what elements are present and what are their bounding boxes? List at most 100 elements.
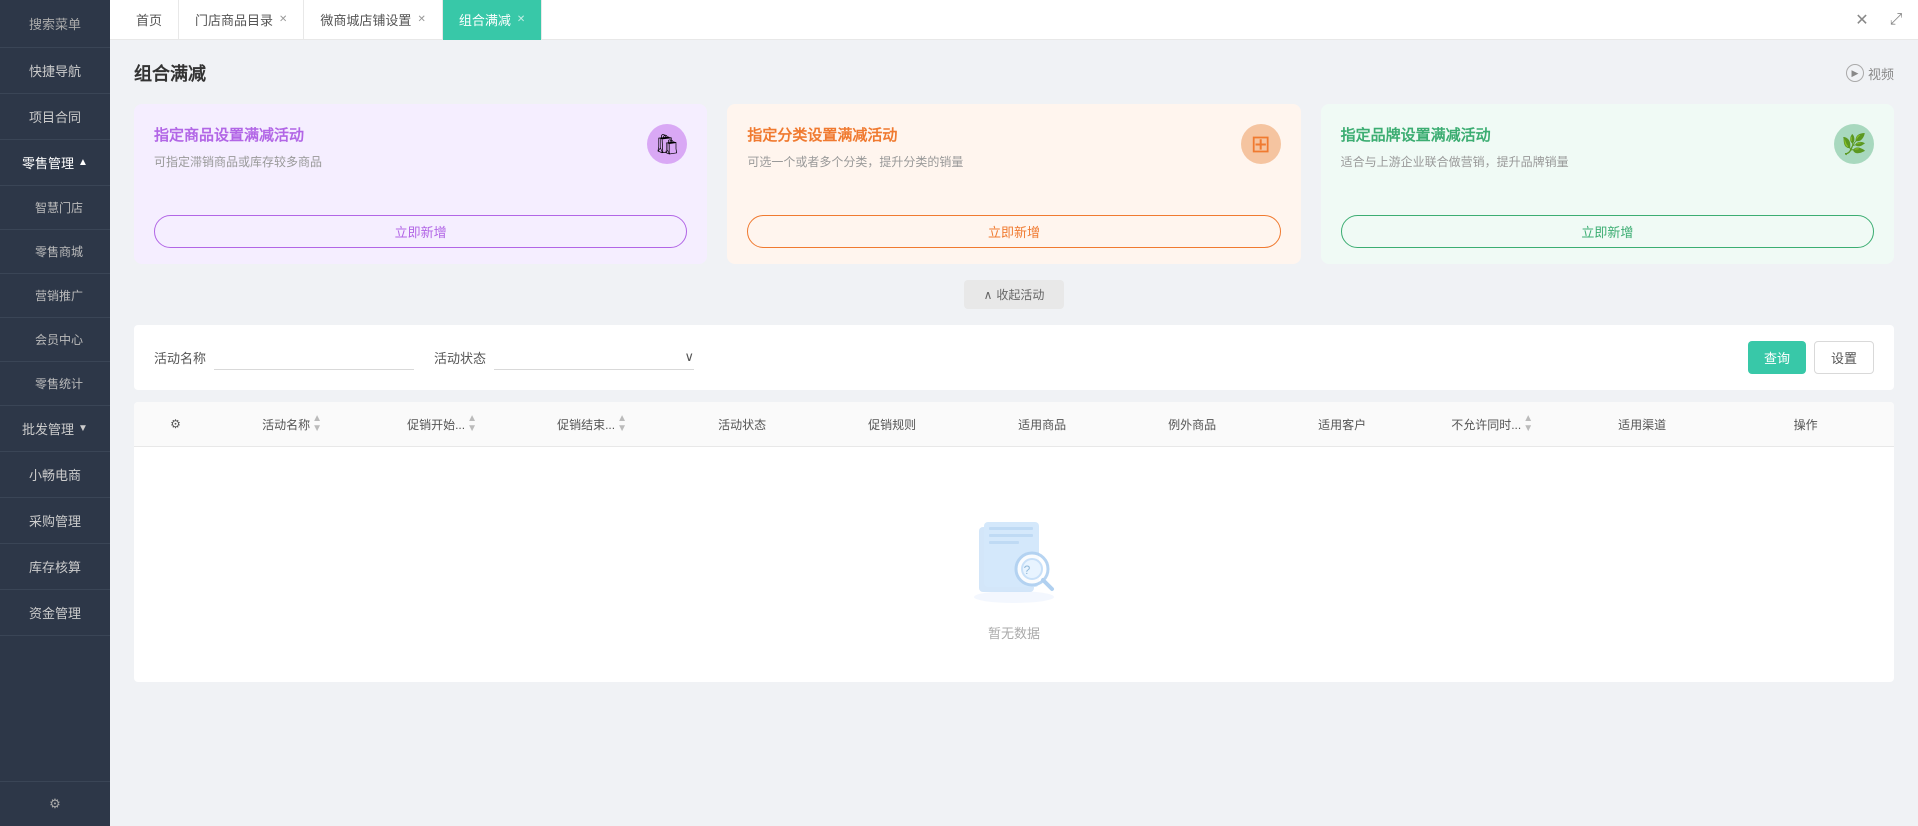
chevron-down-icon: ∨ xyxy=(685,349,695,365)
tab-label: 首页 xyxy=(136,10,162,29)
empty-illustration: ? xyxy=(954,507,1074,607)
card-title: 指定商品设置满减活动 xyxy=(154,124,687,145)
th-applicable-goods: 适用商品 xyxy=(967,416,1117,433)
filter-actions: 查询 设置 xyxy=(1748,341,1874,374)
activity-name-input[interactable] xyxy=(214,346,414,370)
card-title: 指定分类设置满减活动 xyxy=(747,124,1280,145)
sidebar-item-project-contract[interactable]: 项目合同 xyxy=(0,94,110,140)
sidebar-item-label: 零售管理 xyxy=(22,153,74,172)
th-label: 适用渠道 xyxy=(1618,416,1666,433)
sort-icon: ▲▼ xyxy=(467,414,477,434)
gear-icon: ⚙ xyxy=(49,796,61,811)
sidebar-item-label: 零售统计 xyxy=(35,375,83,392)
chevron-down-icon: ▼ xyxy=(78,423,88,434)
card-desc: 可选一个或者多个分类，提升分类的销量 xyxy=(747,153,1280,203)
add-brand-discount-button[interactable]: 立即新增 xyxy=(1341,215,1874,248)
th-applicable-channel: 适用渠道 xyxy=(1567,416,1717,433)
th-promo-rule: 促销规则 xyxy=(817,416,967,433)
th-activity-name[interactable]: 活动名称 ▲▼ xyxy=(217,414,367,434)
th-label: 促销开始... xyxy=(407,416,465,433)
th-label: 不允许同时... xyxy=(1451,416,1521,433)
activity-card-category: 指定分类设置满减活动 ⊞ 可选一个或者多个分类，提升分类的销量 立即新增 xyxy=(727,104,1300,264)
filter-activity-status: 活动状态 ∨ xyxy=(434,345,694,370)
query-button[interactable]: 查询 xyxy=(1748,341,1806,374)
sidebar-item-label: 小畅电商 xyxy=(29,465,81,484)
filter-activity-name: 活动名称 xyxy=(154,346,414,370)
category-icon: ⊞ xyxy=(1241,124,1281,164)
sidebar-item-purchase[interactable]: 采购管理 xyxy=(0,498,110,544)
tab-store-catalog[interactable]: 门店商品目录 ✕ xyxy=(179,0,304,40)
video-label: 视频 xyxy=(1868,64,1894,83)
page-title: 组合满减 xyxy=(134,60,206,86)
sidebar-settings[interactable]: ⚙ xyxy=(0,781,110,826)
th-label: 例外商品 xyxy=(1168,416,1216,433)
th-label: 活动名称 xyxy=(262,416,310,433)
th-gear[interactable]: ⚙ xyxy=(134,417,217,431)
tab-combo-discount[interactable]: 组合满减 ✕ xyxy=(443,0,542,40)
sidebar-item-member-center[interactable]: 会员中心 xyxy=(0,318,110,362)
th-label: 操作 xyxy=(1794,416,1818,433)
th-promo-end[interactable]: 促销结束... ▲▼ xyxy=(517,414,667,434)
sort-icon: ▲▼ xyxy=(1523,414,1533,434)
empty-state: ? 暂无数据 xyxy=(134,447,1894,682)
th-label: 适用商品 xyxy=(1018,416,1066,433)
activity-status-label: 活动状态 xyxy=(434,348,486,367)
th-no-concurrent[interactable]: 不允许同时... ▲▼ xyxy=(1417,414,1567,434)
sidebar-item-retail-stats[interactable]: 零售统计 xyxy=(0,362,110,406)
sidebar-item-label: 会员中心 xyxy=(35,331,83,348)
sidebar-item-marketing[interactable]: 营销推广 xyxy=(0,274,110,318)
sidebar-item-smart-store[interactable]: 智慧门店 xyxy=(0,186,110,230)
collapse-bar: ∧ 收起活动 xyxy=(134,280,1894,309)
tab-label: 门店商品目录 xyxy=(195,10,273,29)
sidebar-item-label: 零售商城 xyxy=(35,243,83,260)
brand-icon: 🌿 xyxy=(1834,124,1874,164)
chevron-up-icon: ∧ xyxy=(984,288,993,302)
sidebar-item-retail-management[interactable]: 零售管理 ▲ xyxy=(0,140,110,186)
sidebar-item-inventory[interactable]: 库存核算 xyxy=(0,544,110,590)
sidebar-search[interactable]: 搜索菜单 xyxy=(0,0,110,48)
sidebar-item-wholesale[interactable]: 批发管理 ▼ xyxy=(0,406,110,452)
sidebar-item-quick-nav[interactable]: 快捷导航 xyxy=(0,48,110,94)
tab-wechat-settings[interactable]: 微商城店铺设置 ✕ xyxy=(304,0,442,40)
sidebar-item-label: 批发管理 xyxy=(22,419,74,438)
collapse-label: 收起活动 xyxy=(996,286,1044,303)
tab-label: 组合满减 xyxy=(459,10,511,29)
video-link[interactable]: ▶ 视频 xyxy=(1846,64,1894,83)
tabbar-actions: ✕ ⤢ xyxy=(1850,8,1908,32)
add-product-discount-button[interactable]: 立即新增 xyxy=(154,215,687,248)
page-header: 组合满减 ▶ 视频 xyxy=(134,60,1894,86)
sidebar-item-ecommerce[interactable]: 小畅电商 xyxy=(0,452,110,498)
data-table: ⚙ 活动名称 ▲▼ 促销开始... ▲▼ 促销结束... ▲▼ 活动状态 xyxy=(134,402,1894,682)
tabbar: 首页 门店商品目录 ✕ 微商城店铺设置 ✕ 组合满减 ✕ ✕ ⤢ xyxy=(110,0,1918,40)
sidebar-item-label: 智慧门店 xyxy=(35,199,83,216)
sort-icon: ▲▼ xyxy=(617,414,627,434)
card-desc: 可指定滞销商品或库存较多商品 xyxy=(154,153,687,203)
card-title: 指定品牌设置满减活动 xyxy=(1341,124,1874,145)
th-label: 活动状态 xyxy=(718,416,766,433)
tab-label: 微商城店铺设置 xyxy=(320,10,411,29)
sidebar-item-label: 快捷导航 xyxy=(29,61,81,80)
settings-button[interactable]: 设置 xyxy=(1814,341,1874,374)
th-applicable-customer: 适用客户 xyxy=(1267,416,1417,433)
tab-home[interactable]: 首页 xyxy=(120,0,179,40)
sidebar-item-finance[interactable]: 资金管理 xyxy=(0,590,110,636)
th-operations: 操作 xyxy=(1717,416,1894,433)
activity-card-brand: 指定品牌设置满减活动 🌿 适合与上游企业联合做营销，提升品牌销量 立即新增 xyxy=(1321,104,1894,264)
sidebar-item-retail-mall[interactable]: 零售商城 xyxy=(0,230,110,274)
activity-status-select[interactable]: ∨ xyxy=(494,345,694,370)
sort-icon: ▲▼ xyxy=(312,414,322,434)
maximize-window-button[interactable]: ⤢ xyxy=(1884,8,1908,32)
activity-cards: 指定商品设置满减活动 🛍 可指定滞销商品或库存较多商品 立即新增 指定分类设置满… xyxy=(134,104,1894,264)
close-icon[interactable]: ✕ xyxy=(517,14,525,25)
add-category-discount-button[interactable]: 立即新增 xyxy=(747,215,1280,248)
th-promo-start[interactable]: 促销开始... ▲▼ xyxy=(367,414,517,434)
close-icon[interactable]: ✕ xyxy=(417,14,425,25)
collapse-activity-button[interactable]: ∧ 收起活动 xyxy=(964,280,1065,309)
close-window-button[interactable]: ✕ xyxy=(1850,8,1874,32)
sidebar-item-label: 库存核算 xyxy=(29,557,81,576)
chevron-up-icon: ▲ xyxy=(78,157,88,168)
page-content: 组合满减 ▶ 视频 指定商品设置满减活动 🛍 可指定滞销商品或库存较多商品 立即… xyxy=(110,40,1918,826)
sidebar: 搜索菜单 快捷导航 项目合同 零售管理 ▲ 智慧门店 零售商城 营销推广 会员中… xyxy=(0,0,110,826)
filter-bar: 活动名称 活动状态 ∨ 查询 设置 xyxy=(134,325,1894,390)
close-icon[interactable]: ✕ xyxy=(279,14,287,25)
